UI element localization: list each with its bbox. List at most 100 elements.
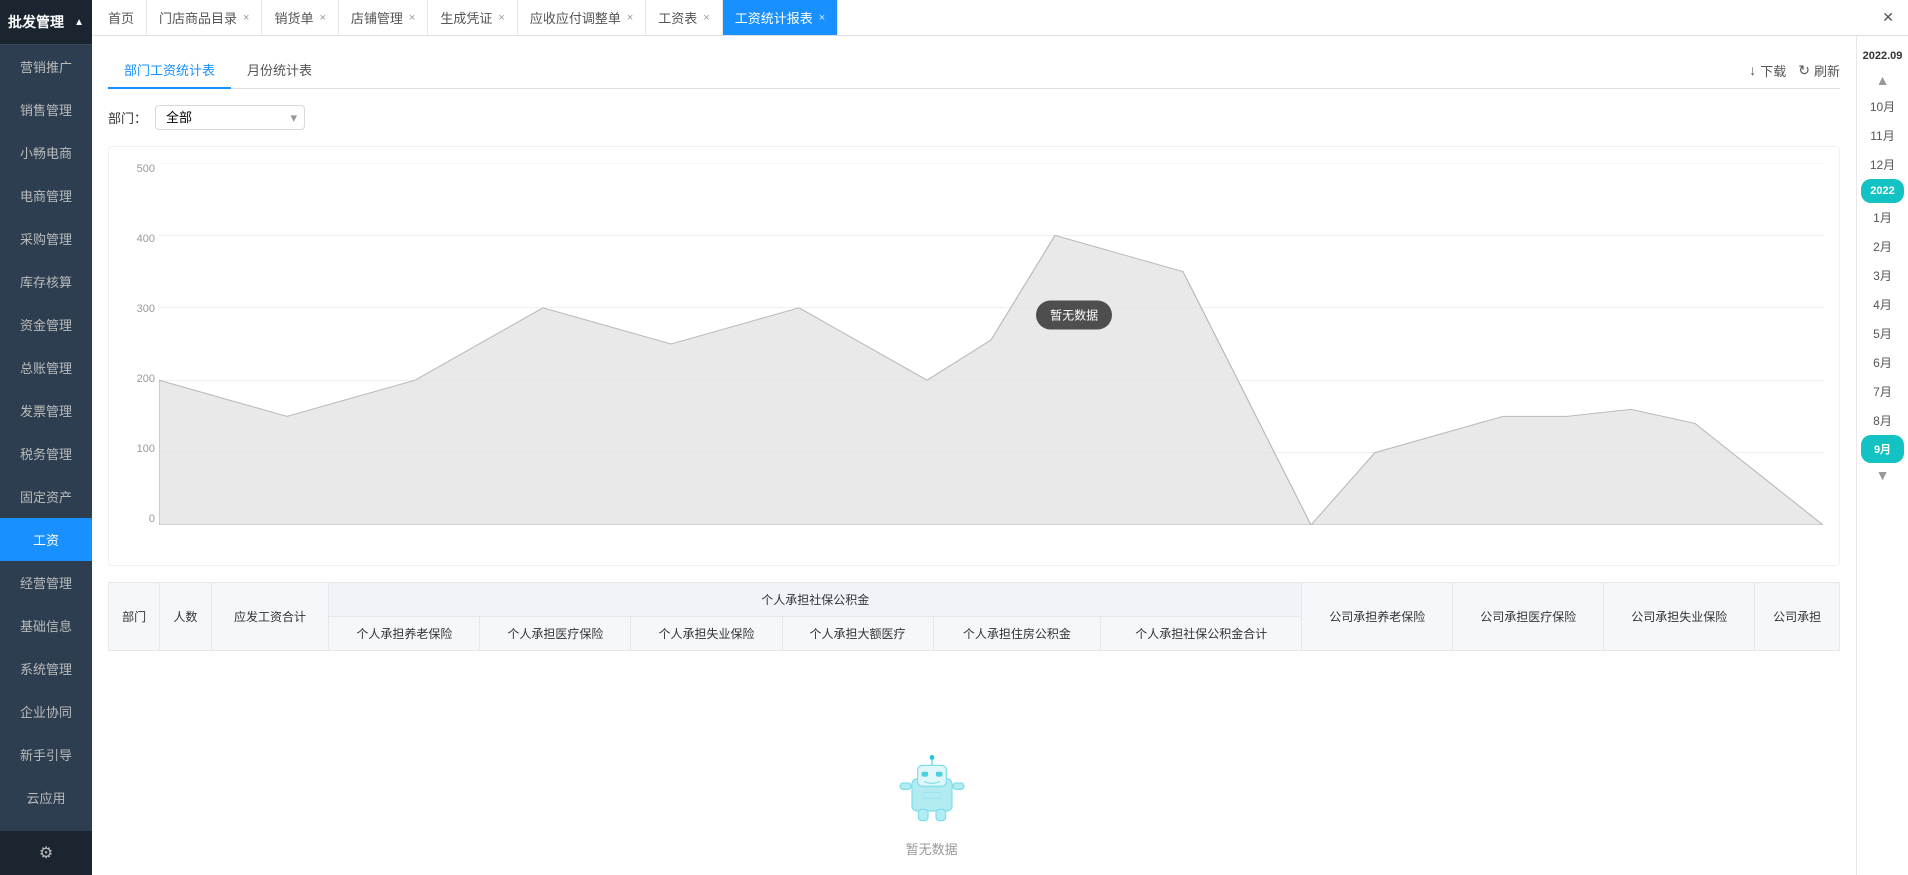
- close-all-tabs-button[interactable]: ✕: [1872, 9, 1904, 26]
- th-personal-major-medical: 个人承担大额医疗: [782, 617, 933, 651]
- top-tab-2[interactable]: 销货单 ×: [262, 0, 338, 35]
- tab-monthly-stats[interactable]: 月份统计表: [231, 52, 328, 89]
- department-select[interactable]: 全部: [155, 105, 305, 130]
- timeline-6[interactable]: 6月: [1857, 348, 1908, 377]
- table-wrapper: 部门 人数 应发工资合计 个人承担社保公积金 公司承担养老保险 公司承担医疗保险…: [108, 582, 1840, 875]
- y-label-200: 200: [125, 373, 155, 385]
- timeline-1[interactable]: 1月: [1857, 203, 1908, 232]
- timeline-4[interactable]: 4月: [1857, 290, 1908, 319]
- chart-y-axis: 0 100 200 300 400 500: [125, 163, 155, 525]
- sidebar-item-3[interactable]: 电商管理: [0, 174, 92, 217]
- sidebar-item-9[interactable]: 税务管理: [0, 432, 92, 475]
- top-tab-close-3[interactable]: ×: [409, 12, 415, 24]
- y-label-500: 500: [125, 163, 155, 175]
- th-personal-pension: 个人承担养老保险: [329, 617, 480, 651]
- th-total-wage: 应发工资合计: [211, 583, 329, 651]
- chart-no-data-text: 暂无数据: [1050, 309, 1098, 323]
- timeline-2[interactable]: 2月: [1857, 232, 1908, 261]
- chart-svg-wrapper: 暂无数据: [159, 163, 1823, 525]
- th-company-medical: 公司承担医疗保险: [1453, 583, 1604, 651]
- top-tab-7[interactable]: 工资统计报表 ×: [723, 0, 838, 35]
- top-tab-label-4: 生成凭证: [440, 8, 492, 27]
- sidebar-item-13[interactable]: 基础信息: [0, 604, 92, 647]
- top-tab-1[interactable]: 门店商品目录 ×: [147, 0, 262, 35]
- gear-icon[interactable]: ⚙: [39, 845, 53, 862]
- top-tab-6[interactable]: 工资表 ×: [646, 0, 722, 35]
- top-tab-0[interactable]: 首页: [96, 0, 147, 35]
- th-company-unemployment: 公司承担失业保险: [1604, 583, 1755, 651]
- sidebar-item-14[interactable]: 系统管理: [0, 647, 92, 690]
- timeline-10[interactable]: 10月: [1857, 92, 1908, 121]
- top-tab-close-2[interactable]: ×: [319, 12, 325, 24]
- top-tab-3[interactable]: 店铺管理×: [339, 0, 428, 35]
- sidebar-item-7[interactable]: 总账管理: [0, 346, 92, 389]
- department-select-wrapper: 全部: [155, 105, 305, 130]
- sidebar-arrow-icon: ▲: [74, 17, 84, 28]
- chart-svg: [159, 163, 1823, 525]
- sidebar-item-1[interactable]: 销售管理: [0, 88, 92, 131]
- timeline-down-nav[interactable]: ▼: [1872, 463, 1894, 487]
- timeline-3[interactable]: 3月: [1857, 261, 1908, 290]
- top-tab-close-4[interactable]: ×: [498, 12, 504, 24]
- sub-tabs-bar: 部门工资统计表 月份统计表 ↓ 下载 ↻ 刷新: [108, 52, 1840, 89]
- sidebar-item-16[interactable]: 新手引导: [0, 733, 92, 776]
- toolbar-actions: ↓ 下载 ↻ 刷新: [1749, 61, 1840, 80]
- download-action[interactable]: ↓ 下载: [1749, 61, 1786, 80]
- sidebar-item-2[interactable]: 小畅电商: [0, 131, 92, 174]
- tab-department-stats[interactable]: 部门工资统计表: [108, 52, 231, 89]
- download-label: 下载: [1760, 61, 1786, 80]
- timeline-2022[interactable]: 2022: [1861, 179, 1904, 203]
- top-tab-label-6: 工资表: [658, 8, 697, 27]
- chart-container: 0 100 200 300 400 500: [108, 146, 1840, 566]
- top-tabs-container: 首页门店商品目录×销货单×店铺管理×生成凭证×应收应付调整单×工资表×工资统计报…: [96, 0, 838, 35]
- download-icon: ↓: [1749, 62, 1756, 78]
- th-personal-medical: 个人承担医疗保险: [480, 617, 631, 651]
- top-tabs-bar: 首页门店商品目录×销货单×店铺管理×生成凭证×应收应付调整单×工资表×工资统计报…: [92, 0, 1908, 36]
- th-count: 人数: [160, 583, 211, 651]
- top-tab-close-1[interactable]: ×: [243, 12, 249, 24]
- top-tab-4[interactable]: 生成凭证 ×: [428, 0, 517, 35]
- th-company-pension: 公司承担养老保险: [1302, 583, 1453, 651]
- top-tab-label-2: 销货单: [274, 8, 313, 27]
- top-tab-close-6[interactable]: ×: [703, 12, 709, 24]
- timeline-11[interactable]: 11月: [1857, 121, 1908, 150]
- y-label-0: 0: [125, 513, 155, 525]
- sidebar-item-6[interactable]: 资金管理: [0, 303, 92, 346]
- filter-row: 部门： 全部: [108, 105, 1840, 130]
- timeline-9[interactable]: 9月: [1861, 435, 1904, 463]
- refresh-icon: ↻: [1798, 62, 1810, 79]
- empty-state: 暂无数据: [109, 711, 1755, 875]
- timeline-7[interactable]: 7月: [1857, 377, 1908, 406]
- top-tab-label-5: 应收应付调整单: [530, 8, 621, 27]
- sidebar-item-5[interactable]: 库存核算: [0, 260, 92, 303]
- top-tab-close-7[interactable]: ×: [819, 12, 825, 24]
- sidebar-item-11[interactable]: 工资: [0, 518, 92, 561]
- th-company-other: 公司承担: [1755, 583, 1840, 651]
- timeline-5[interactable]: 5月: [1857, 319, 1908, 348]
- y-label-400: 400: [125, 233, 155, 245]
- timeline-up-nav[interactable]: ▲: [1872, 68, 1894, 92]
- sidebar-item-15[interactable]: 企业协同: [0, 690, 92, 733]
- top-tab-5[interactable]: 应收应付调整单 ×: [518, 0, 646, 35]
- top-tab-label-1: 门店商品目录: [159, 8, 237, 27]
- th-personal-social: 个人承担社保公积金: [329, 583, 1302, 617]
- timeline-current-period: 2022.09: [1857, 44, 1908, 68]
- timeline-8[interactable]: 8月: [1857, 406, 1908, 435]
- empty-table-text: 暂无数据: [906, 839, 958, 858]
- sidebar-item-10[interactable]: 固定资产: [0, 475, 92, 518]
- sidebar-item-12[interactable]: 经营管理: [0, 561, 92, 604]
- refresh-label: 刷新: [1814, 61, 1840, 80]
- sidebar-item-4[interactable]: 采购管理: [0, 217, 92, 260]
- empty-robot-icon: [892, 751, 972, 831]
- th-personal-housing: 个人承担住房公积金: [933, 617, 1101, 651]
- sidebar-item-8[interactable]: 发票管理: [0, 389, 92, 432]
- th-personal-unemployment: 个人承担失业保险: [631, 617, 782, 651]
- top-tab-label-7: 工资统计报表: [735, 8, 813, 27]
- refresh-action[interactable]: ↻ 刷新: [1798, 61, 1840, 80]
- timeline-12[interactable]: 12月: [1857, 150, 1908, 179]
- sidebar-header: 批发管理 ▲: [0, 0, 92, 45]
- sidebar-title: 批发管理: [8, 12, 64, 32]
- sidebar-item-17[interactable]: 云应用: [0, 776, 92, 819]
- sidebar-item-0[interactable]: 营销推广: [0, 45, 92, 88]
- top-tab-close-5[interactable]: ×: [627, 12, 633, 24]
